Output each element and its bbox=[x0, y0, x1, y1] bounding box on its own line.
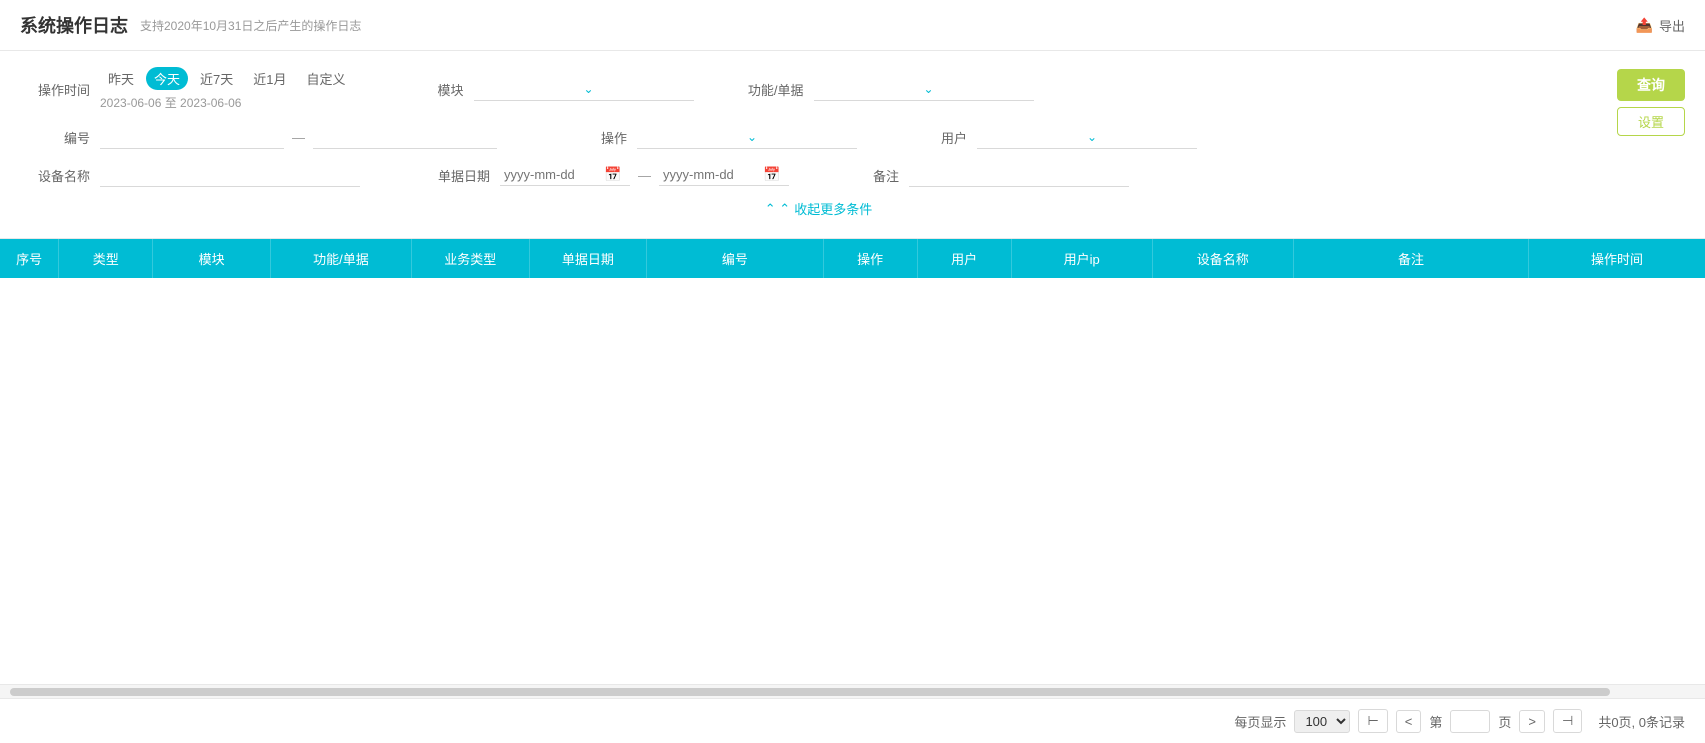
export-label: 导出 bbox=[1659, 16, 1685, 35]
collapse-button[interactable]: ⌃ ⌃ 收起更多条件 bbox=[753, 195, 884, 222]
module-select[interactable]: ⌄ bbox=[474, 78, 694, 101]
page-prev-button[interactable]: < bbox=[1396, 710, 1422, 733]
table-area: 序号 类型 模块 功能/单据 业务类型 单据日期 编号 操作 用户 用户ip 设… bbox=[0, 239, 1705, 684]
device-filter-section: 设备名称 bbox=[20, 163, 360, 187]
operation-filter-section: 操作 ⌄ bbox=[557, 126, 857, 149]
col-index: 序号 bbox=[0, 239, 59, 278]
device-label: 设备名称 bbox=[20, 166, 90, 185]
filter-left: 操作时间 昨天 今天 近7天 近1月 自定义 2023-06-06 至 2023… bbox=[20, 67, 1617, 222]
collapse-row: ⌃ ⌃ 收起更多条件 bbox=[20, 195, 1617, 222]
time-filter-section: 操作时间 昨天 今天 近7天 近1月 自定义 2023-06-06 至 2023… bbox=[20, 67, 354, 111]
page-unit: 页 bbox=[1498, 712, 1511, 731]
function-select[interactable]: ⌄ bbox=[814, 78, 1034, 101]
date-start-wrap[interactable]: 📅 bbox=[500, 164, 630, 186]
export-icon: 📤 bbox=[1636, 17, 1653, 34]
user-chevron-icon: ⌄ bbox=[1087, 130, 1193, 144]
col-number: 编号 bbox=[647, 239, 823, 278]
settings-button[interactable]: 设置 bbox=[1617, 107, 1685, 136]
scroll-thumb[interactable] bbox=[10, 688, 1610, 696]
col-voucher-date: 单据日期 bbox=[529, 239, 647, 278]
user-select[interactable]: ⌄ bbox=[977, 126, 1197, 149]
table-header-row: 序号 类型 模块 功能/单据 业务类型 单据日期 编号 操作 用户 用户ip 设… bbox=[0, 239, 1705, 278]
page-container: 系统操作日志 支持2020年10月31日之后产生的操作日志 📤 导出 操作时间 … bbox=[0, 0, 1705, 743]
page-title: 系统操作日志 bbox=[20, 12, 128, 38]
col-operation: 操作 bbox=[823, 239, 917, 278]
collapse-up-icon: ⌃ ⌃ bbox=[765, 201, 790, 217]
remark-filter-section: 备注 bbox=[829, 163, 1129, 187]
user-filter-section: 用户 ⌄ bbox=[897, 126, 1197, 149]
number-dash: — bbox=[292, 130, 305, 145]
col-module: 模块 bbox=[153, 239, 271, 278]
voucher-date-section: 单据日期 📅 — 📅 bbox=[420, 164, 789, 186]
date-end-wrap[interactable]: 📅 bbox=[659, 164, 789, 186]
time-label: 操作时间 bbox=[20, 80, 90, 99]
page-first-button[interactable]: ⊢ bbox=[1358, 709, 1387, 733]
page-last-button[interactable]: ⊣ bbox=[1553, 709, 1582, 733]
per-page-select[interactable]: 100 50 200 bbox=[1294, 710, 1350, 733]
col-user: 用户 bbox=[917, 239, 1011, 278]
time-btn-yesterday[interactable]: 昨天 bbox=[100, 67, 142, 90]
col-device: 设备名称 bbox=[1152, 239, 1293, 278]
pagination-area: 每页显示 100 50 200 ⊢ < 第 1 页 > ⊣ 共0页, 0条记录 bbox=[0, 698, 1705, 743]
time-btn-7days[interactable]: 近7天 bbox=[192, 67, 241, 90]
time-btn-custom[interactable]: 自定义 bbox=[299, 67, 354, 90]
number-input-start[interactable] bbox=[100, 125, 284, 149]
page-next-button[interactable]: > bbox=[1519, 710, 1545, 733]
date-end-input[interactable] bbox=[663, 167, 763, 182]
data-table: 序号 类型 模块 功能/单据 业务类型 单据日期 编号 操作 用户 用户ip 设… bbox=[0, 239, 1705, 278]
empty-area bbox=[0, 278, 1705, 628]
device-input[interactable] bbox=[100, 163, 360, 187]
operation-label: 操作 bbox=[557, 128, 627, 147]
module-filter-section: 模块 ⌄ bbox=[394, 78, 694, 101]
col-biz-type: 业务类型 bbox=[412, 239, 530, 278]
page-header: 系统操作日志 支持2020年10月31日之后产生的操作日志 📤 导出 bbox=[0, 0, 1705, 51]
time-btn-1month[interactable]: 近1月 bbox=[245, 67, 294, 90]
scroll-bar-area[interactable] bbox=[0, 684, 1705, 698]
voucher-date-label: 单据日期 bbox=[420, 166, 490, 185]
module-chevron-icon: ⌄ bbox=[584, 82, 690, 96]
time-range-text: 2023-06-06 至 2023-06-06 bbox=[100, 94, 354, 111]
col-type: 类型 bbox=[59, 239, 153, 278]
remark-label: 备注 bbox=[829, 166, 899, 185]
date-start-input[interactable] bbox=[504, 167, 604, 182]
date-dash: — bbox=[638, 168, 651, 183]
page-subtitle: 支持2020年10月31日之后产生的操作日志 bbox=[140, 17, 361, 34]
page-input[interactable]: 1 bbox=[1450, 710, 1490, 733]
calendar-start-icon[interactable]: 📅 bbox=[604, 166, 621, 183]
page-total: 共0页, 0条记录 bbox=[1598, 712, 1685, 731]
time-filter-group: 昨天 今天 近7天 近1月 自定义 bbox=[100, 67, 354, 90]
filter-row-1: 操作时间 昨天 今天 近7天 近1月 自定义 2023-06-06 至 2023… bbox=[20, 67, 1617, 111]
col-op-time: 操作时间 bbox=[1529, 239, 1705, 278]
per-page-label: 每页显示 bbox=[1234, 712, 1286, 731]
export-button[interactable]: 📤 导出 bbox=[1636, 16, 1685, 35]
table-header: 序号 类型 模块 功能/单据 业务类型 单据日期 编号 操作 用户 用户ip 设… bbox=[0, 239, 1705, 278]
col-user-ip: 用户ip bbox=[1011, 239, 1152, 278]
filter-buttons: 查询 设置 bbox=[1617, 67, 1685, 136]
collapse-label: 收起更多条件 bbox=[794, 199, 872, 218]
filter-row-3: 设备名称 单据日期 📅 — 📅 bbox=[20, 163, 1617, 187]
page-label: 第 bbox=[1429, 712, 1442, 731]
operation-chevron-icon: ⌄ bbox=[747, 130, 853, 144]
function-label: 功能/单据 bbox=[734, 80, 804, 99]
operation-select[interactable]: ⌄ bbox=[637, 126, 857, 149]
col-function: 功能/单据 bbox=[270, 239, 411, 278]
time-btn-today[interactable]: 今天 bbox=[146, 67, 188, 90]
query-button[interactable]: 查询 bbox=[1617, 69, 1685, 101]
function-filter-section: 功能/单据 ⌄ bbox=[734, 78, 1034, 101]
col-remark: 备注 bbox=[1293, 239, 1528, 278]
filter-area: 操作时间 昨天 今天 近7天 近1月 自定义 2023-06-06 至 2023… bbox=[0, 51, 1705, 239]
number-input-end[interactable] bbox=[313, 125, 497, 149]
number-filter-section: 编号 — bbox=[20, 125, 497, 149]
calendar-end-icon[interactable]: 📅 bbox=[763, 166, 780, 183]
filter-main: 操作时间 昨天 今天 近7天 近1月 自定义 2023-06-06 至 2023… bbox=[20, 67, 1685, 222]
function-chevron-icon: ⌄ bbox=[924, 82, 1030, 96]
number-label: 编号 bbox=[20, 128, 90, 147]
remark-input[interactable] bbox=[909, 163, 1129, 187]
module-label: 模块 bbox=[394, 80, 464, 99]
user-label: 用户 bbox=[897, 128, 967, 147]
filter-row-2: 编号 — 操作 ⌄ 用户 bbox=[20, 125, 1617, 149]
